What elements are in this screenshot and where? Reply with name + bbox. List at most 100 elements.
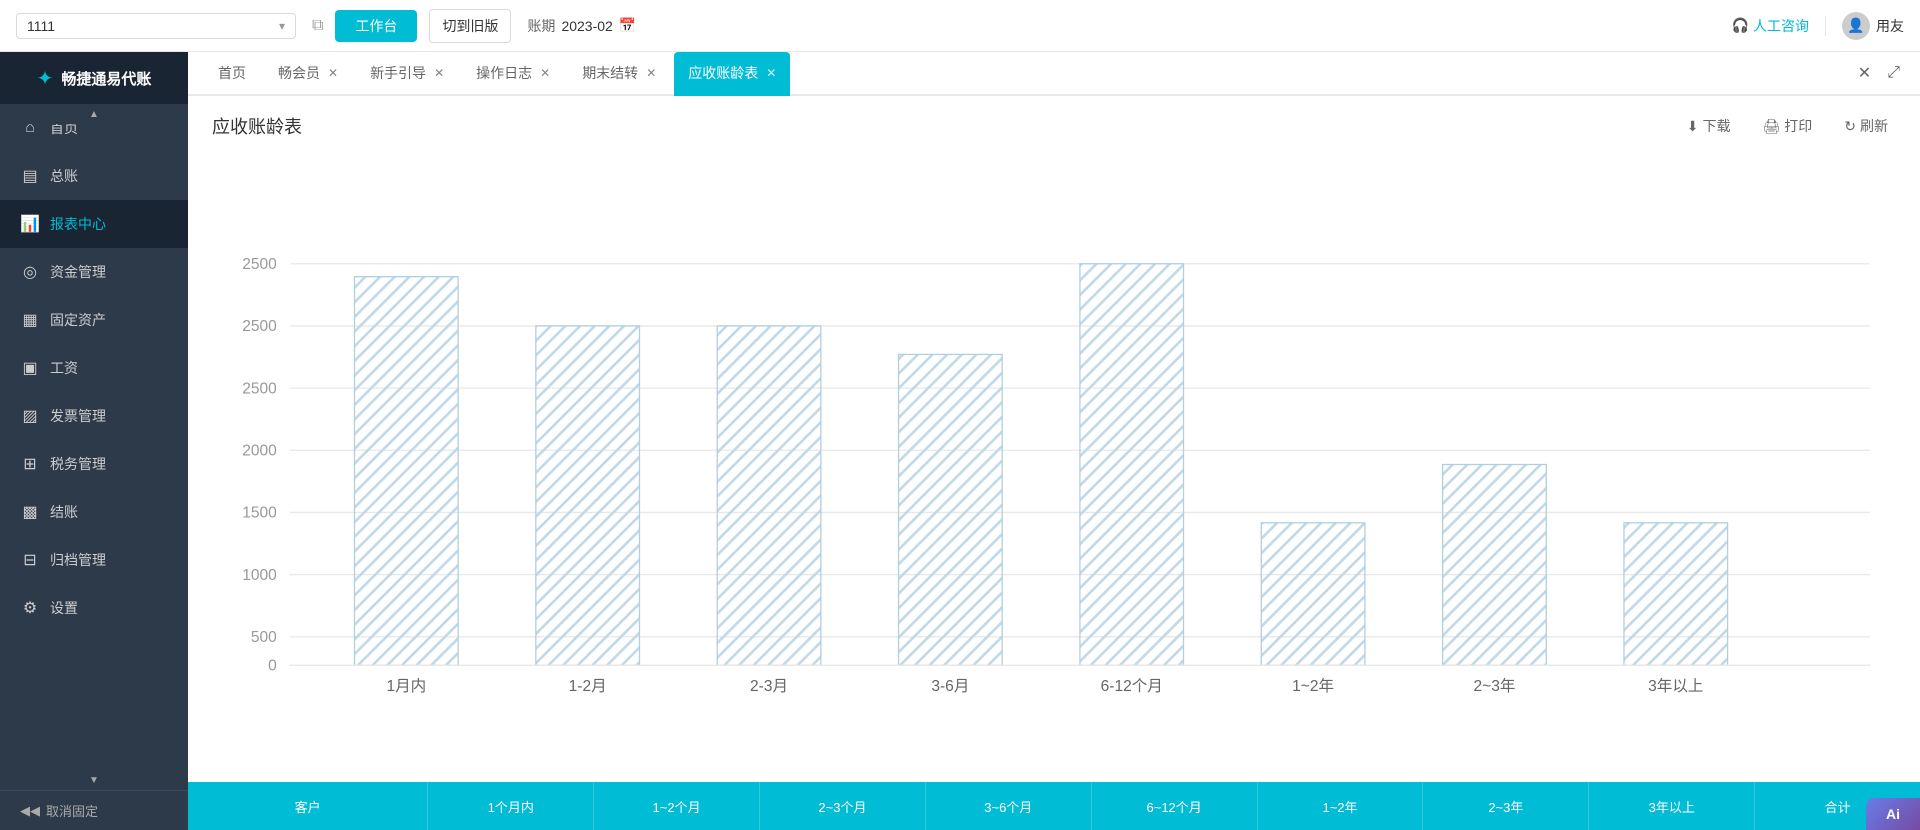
user-area[interactable]: 👤 用友 <box>1842 12 1904 40</box>
ai-badge[interactable]: Ai <box>1866 798 1920 830</box>
svg-text:2000: 2000 <box>242 442 277 459</box>
svg-text:1-2月: 1-2月 <box>569 678 607 695</box>
sidebar-item-close[interactable]: ▩ 结账 <box>0 488 188 536</box>
page-title: 应收账龄表 <box>212 113 302 139</box>
tab-home[interactable]: 首页 <box>204 52 260 96</box>
chart-container: 2500 2500 2500 2000 1500 1000 500 0 <box>188 152 1920 782</box>
archive-icon: ⊟ <box>20 550 40 570</box>
close-all-tabs-btn[interactable]: ✕ <box>1854 59 1875 87</box>
tab-actions: ✕ ⤢ <box>1854 59 1904 87</box>
svg-text:3-6月: 3-6月 <box>931 678 969 695</box>
sidebar-item-settings[interactable]: ⚙ 设置 <box>0 584 188 632</box>
sidebar-item-assets[interactable]: ▦ 固定资产 <box>0 296 188 344</box>
bar-2-3年 <box>1443 465 1547 666</box>
col-3-6month: 3~6个月 <box>926 782 1092 830</box>
switch-version-button[interactable]: 切到旧版 <box>429 9 511 43</box>
print-button[interactable]: 🖨 打印 <box>1754 112 1820 140</box>
salary-icon: ▣ <box>20 358 40 378</box>
sidebar-item-ledger[interactable]: ▤ 总账 <box>0 152 188 200</box>
svg-text:1~2年: 1~2年 <box>1292 677 1334 695</box>
chevron-down-icon: ▾ <box>279 19 285 33</box>
period-label: 账期 <box>527 16 555 36</box>
svg-text:2500: 2500 <box>242 256 277 273</box>
divider <box>1825 16 1826 36</box>
calendar-icon[interactable]: 📅 <box>619 17 636 34</box>
tab-period-end[interactable]: 期末结转 ✕ <box>568 52 670 96</box>
bar-1-2月 <box>536 326 640 665</box>
headset-icon: 🎧 <box>1732 17 1749 34</box>
sidebar-item-tax[interactable]: ⊞ 税务管理 <box>0 440 188 488</box>
period-area: 账期 2023-02 📅 <box>527 16 636 36</box>
sidebar-item-salary[interactable]: ▣ 工资 <box>0 344 188 392</box>
tab-member-close[interactable]: ✕ <box>328 66 338 80</box>
cancel-fixed-label: 取消固定 <box>46 801 98 820</box>
tab-oplog-label: 操作日志 <box>476 63 532 83</box>
main-layout: ✦ 畅捷通易代账 ▲ ⌂ 首页 ▤ 总账 📊 报表中心 ◎ 资金管理 ▦ <box>0 52 1920 830</box>
sidebar-label-invoice: 发票管理 <box>50 406 106 426</box>
tab-period-end-close[interactable]: ✕ <box>646 66 656 80</box>
col-2-3year: 2~3年 <box>1423 782 1589 830</box>
consult-button[interactable]: 🎧 人工咨询 <box>1732 16 1809 36</box>
copy-icon[interactable]: ⧉ <box>312 17 323 35</box>
company-selector[interactable]: 1111 ▾ <box>16 13 296 39</box>
tab-guide-close[interactable]: ✕ <box>434 66 444 80</box>
svg-text:3年以上: 3年以上 <box>1648 677 1703 695</box>
logo-text: 畅捷通易代账 <box>61 68 151 89</box>
tab-aging-close[interactable]: ✕ <box>766 66 776 80</box>
sidebar-label-settings: 设置 <box>50 598 78 618</box>
download-icon: ⬇ <box>1687 118 1699 135</box>
bar-3-6月 <box>899 354 1003 665</box>
refresh-button[interactable]: ↻ 刷新 <box>1836 112 1896 140</box>
col-3year-plus: 3年以上 <box>1589 782 1755 830</box>
sidebar-logo: ✦ 畅捷通易代账 <box>0 52 188 104</box>
col-1-2year: 1~2年 <box>1258 782 1424 830</box>
sidebar-label-archive: 归档管理 <box>50 550 106 570</box>
download-button[interactable]: ⬇ 下载 <box>1679 112 1739 140</box>
refresh-icon: ↻ <box>1844 118 1856 135</box>
tab-home-label: 首页 <box>218 63 246 83</box>
col-2-3month: 2~3个月 <box>760 782 926 830</box>
tab-member-label: 畅会员 <box>278 63 320 83</box>
maximize-btn[interactable]: ⤢ <box>1883 60 1904 86</box>
bar-1月内 <box>354 277 458 666</box>
reports-icon: 📊 <box>20 214 40 234</box>
workbench-button[interactable]: 工作台 <box>335 10 417 42</box>
chart-svg-wrapper: 2500 2500 2500 2000 1500 1000 500 0 <box>212 168 1896 774</box>
scroll-down-btn[interactable]: ▼ <box>0 770 188 790</box>
tab-aging[interactable]: 应收账龄表 ✕ <box>674 52 790 96</box>
sidebar-label-close: 结账 <box>50 502 78 522</box>
sidebar-item-reports[interactable]: 📊 报表中心 <box>0 200 188 248</box>
svg-text:2-3月: 2-3月 <box>750 678 788 695</box>
period-value: 2023-02 <box>561 18 612 34</box>
page-header: 应收账龄表 ⬇ 下载 🖨 打印 ↻ 刷新 <box>188 96 1920 152</box>
tab-member[interactable]: 畅会员 ✕ <box>264 52 352 96</box>
settings-icon: ⚙ <box>20 598 40 618</box>
aging-chart: 2500 2500 2500 2000 1500 1000 500 0 <box>212 168 1896 774</box>
cancel-fixed-btn[interactable]: ◀◀ 取消固定 <box>0 790 188 830</box>
refresh-label: 刷新 <box>1860 116 1888 136</box>
svg-text:6-12个月: 6-12个月 <box>1101 677 1163 695</box>
sidebar-item-funds[interactable]: ◎ 资金管理 <box>0 248 188 296</box>
sidebar-item-invoice[interactable]: ▨ 发票管理 <box>0 392 188 440</box>
tab-oplog[interactable]: 操作日志 ✕ <box>462 52 564 96</box>
svg-text:2500: 2500 <box>242 318 277 335</box>
sidebar-nav: ⌂ 首页 ▤ 总账 📊 报表中心 ◎ 资金管理 ▦ 固定资产 ▣ 工资 <box>0 104 188 790</box>
page-content: 应收账龄表 ⬇ 下载 🖨 打印 ↻ 刷新 <box>188 96 1920 830</box>
svg-text:1月内: 1月内 <box>386 677 426 695</box>
svg-text:2~3年: 2~3年 <box>1473 677 1515 695</box>
tab-oplog-close[interactable]: ✕ <box>540 66 550 80</box>
tab-bar: 首页 畅会员 ✕ 新手引导 ✕ 操作日志 ✕ 期末结转 ✕ 应收账龄表 ✕ <box>188 52 1920 96</box>
consult-label: 人工咨询 <box>1753 16 1809 36</box>
tax-icon: ⊞ <box>20 454 40 474</box>
avatar: 👤 <box>1842 12 1870 40</box>
col-1-2month: 1~2个月 <box>594 782 760 830</box>
svg-text:500: 500 <box>251 629 277 646</box>
close-accounts-icon: ▩ <box>20 502 40 522</box>
bar-2-3月 <box>717 326 821 665</box>
sidebar-item-archive[interactable]: ⊟ 归档管理 <box>0 536 188 584</box>
scroll-up-btn[interactable]: ▲ <box>0 104 188 124</box>
invoice-icon: ▨ <box>20 406 40 426</box>
sidebar: ✦ 畅捷通易代账 ▲ ⌂ 首页 ▤ 总账 📊 报表中心 ◎ 资金管理 ▦ <box>0 52 188 830</box>
tab-guide[interactable]: 新手引导 ✕ <box>356 52 458 96</box>
ledger-icon: ▤ <box>20 166 40 186</box>
